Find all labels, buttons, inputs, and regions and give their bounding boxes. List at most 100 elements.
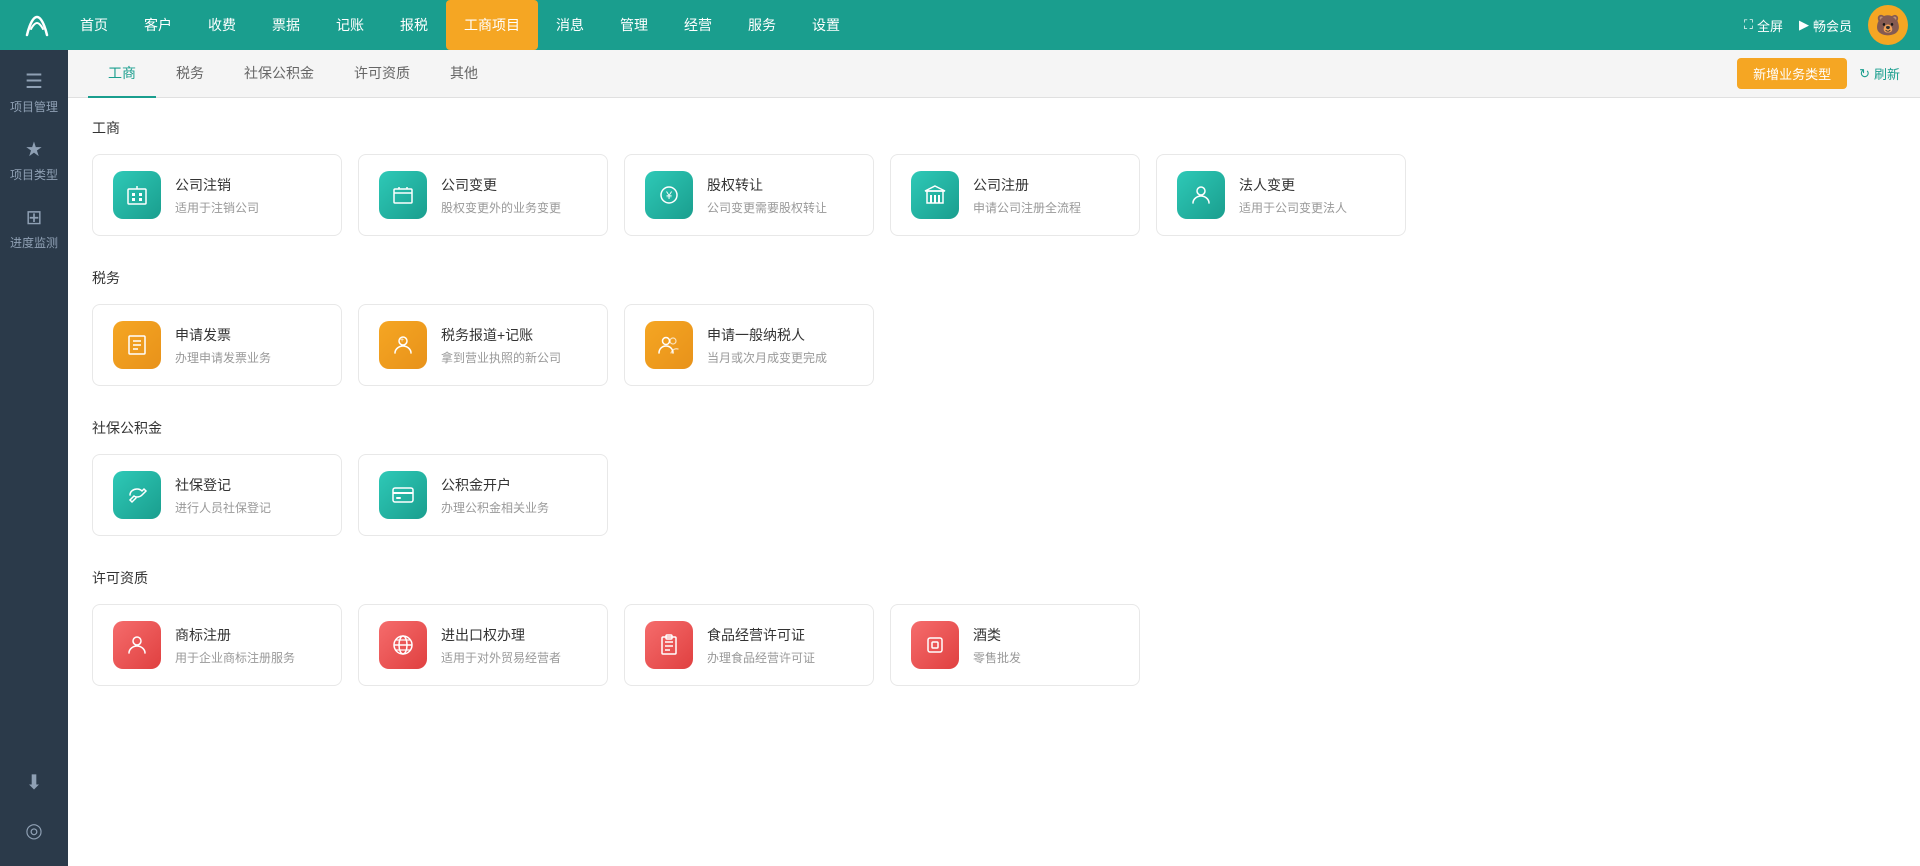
refresh-button[interactable]: ↻ 刷新 [1859,64,1900,83]
card-info-公积金开户: 公积金开户办理公积金相关业务 [441,475,587,516]
section-title-工商: 工商 [92,118,1896,138]
tab-other[interactable]: 其他 [430,50,498,98]
list-icon: ☰ [25,69,43,94]
card-info-公司变更: 公司变更股权变更外的业务变更 [441,175,587,216]
vip-button[interactable]: ▶ 畅会员 [1799,16,1852,35]
location-button[interactable]: ◎ [14,810,54,850]
service-card-公司变更[interactable]: 公司变更股权变更外的业务变更 [358,154,608,236]
card-icon-股权转让: ¥ [645,171,693,219]
card-desc-text: 适用于注销公司 [175,199,321,216]
card-desc-text: 办理公积金相关业务 [441,499,587,516]
download-button[interactable]: ⬇ [14,762,54,802]
service-card-申请发票[interactable]: 申请发票办理申请发票业务 [92,304,342,386]
card-title-text: 食品经营许可证 [707,625,853,645]
service-card-酒类[interactable]: 酒类零售批发 [890,604,1140,686]
card-title-text: 进出口权办理 [441,625,587,645]
section-title-社保公积金: 社保公积金 [92,418,1896,438]
nav-item-收费[interactable]: 收费 [190,0,254,50]
card-desc-text: 零售批发 [973,649,1119,666]
location-icon: ◎ [25,818,42,843]
nav-item-票据[interactable]: 票据 [254,0,318,50]
tab-shebao[interactable]: 社保公积金 [224,50,334,98]
card-icon-申请一般纳税人 [645,321,693,369]
service-card-进出口权办理[interactable]: 进出口权办理适用于对外贸易经营者 [358,604,608,686]
fullscreen-label: 全屏 [1757,16,1783,35]
nav-item-记账[interactable]: 记账 [318,0,382,50]
sidebar-item-progress[interactable]: ⊞ 进度监测 [0,194,68,262]
card-icon-公司注销 [113,171,161,219]
service-card-公司注册[interactable]: 公司注册申请公司注册全流程 [890,154,1140,236]
tab-shuiwu[interactable]: 税务 [156,50,224,98]
service-card-公积金开户[interactable]: 公积金开户办理公积金相关业务 [358,454,608,536]
card-title-text: 公司注册 [973,175,1119,195]
card-info-申请发票: 申请发票办理申请发票业务 [175,325,321,366]
service-card-社保登记[interactable]: 社保登记进行人员社保登记 [92,454,342,536]
card-desc-text: 股权变更外的业务变更 [441,199,587,216]
card-info-进出口权办理: 进出口权办理适用于对外贸易经营者 [441,625,587,666]
download-icon: ⬇ [26,770,43,795]
card-info-申请一般纳税人: 申请一般纳税人当月或次月成变更完成 [707,325,853,366]
card-icon-食品经营许可证 [645,621,693,669]
service-card-税务报道+记账[interactable]: + 税务报道+记账拿到营业执照的新公司 [358,304,608,386]
card-icon-酒类 [911,621,959,669]
card-icon-公积金开户 [379,471,427,519]
tabs-bar: 工商 税务 社保公积金 许可资质 其他 新增业务类型 ↻ 刷新 [68,50,1920,98]
card-info-社保登记: 社保登记进行人员社保登记 [175,475,321,516]
main-layout: ☰ 项目管理 ★ 项目类型 ⊞ 进度监测 ⬇ ◎ 工商 税务 [0,50,1920,866]
sidebar-label-progress: 进度监测 [10,234,58,251]
nav-item-报税[interactable]: 报税 [382,0,446,50]
card-icon-申请发票 [113,321,161,369]
nav-item-首页[interactable]: 首页 [62,0,126,50]
nav-item-消息[interactable]: 消息 [538,0,602,50]
card-desc-text: 拿到营业执照的新公司 [441,349,587,366]
nav-item-服务[interactable]: 服务 [730,0,794,50]
sidebar-item-project-management[interactable]: ☰ 项目管理 [0,58,68,126]
cards-grid-工商: 公司注销适用于注销公司 公司变更股权变更外的业务变更 ¥股权转让公司变更需要股权转让… [92,154,1896,236]
content-area: 工商 税务 社保公积金 许可资质 其他 新增业务类型 ↻ 刷新 [68,50,1920,866]
fullscreen-button[interactable]: ⛶ 全屏 [1744,16,1783,35]
add-type-button[interactable]: 新增业务类型 [1737,58,1847,89]
service-card-商标注册[interactable]: 商标注册用于企业商标注册服务 [92,604,342,686]
tab-xuke[interactable]: 许可资质 [334,50,430,98]
card-desc-text: 进行人员社保登记 [175,499,321,516]
card-info-食品经营许可证: 食品经营许可证办理食品经营许可证 [707,625,853,666]
service-card-股权转让[interactable]: ¥股权转让公司变更需要股权转让 [624,154,874,236]
card-desc-text: 办理申请发票业务 [175,349,321,366]
card-info-税务报道+记账: 税务报道+记账拿到营业执照的新公司 [441,325,587,366]
nav-item-管理[interactable]: 管理 [602,0,666,50]
sidebar-item-project-type[interactable]: ★ 项目类型 [0,126,68,194]
card-icon-税务报道+记账: + [379,321,427,369]
card-title-text: 社保登记 [175,475,321,495]
service-card-食品经营许可证[interactable]: 食品经营许可证办理食品经营许可证 [624,604,874,686]
card-icon-法人变更 [1177,171,1225,219]
sidebar-label-project-type: 项目类型 [10,166,58,183]
card-desc-text: 当月或次月成变更完成 [707,349,853,366]
card-title-text: 法人变更 [1239,175,1385,195]
card-icon-社保登记 [113,471,161,519]
nav-item-经营[interactable]: 经营 [666,0,730,50]
service-card-申请一般纳税人[interactable]: 申请一般纳税人当月或次月成变更完成 [624,304,874,386]
card-desc-text: 办理食品经营许可证 [707,649,853,666]
tabs-actions: 新增业务类型 ↻ 刷新 [1737,58,1900,89]
app-logo [12,0,62,50]
cards-grid-税务: 申请发票办理申请发票业务 + 税务报道+记账拿到营业执照的新公司 申请一般纳税人当月或… [92,304,1896,386]
left-sidebar: ☰ 项目管理 ★ 项目类型 ⊞ 进度监测 ⬇ ◎ [0,50,68,866]
refresh-icon: ↻ [1859,66,1870,82]
scroll-content[interactable]: 工商公司注销适用于注销公司 公司变更股权变更外的业务变更 ¥股权转让公司变更需要股权… [68,98,1920,866]
section-title-许可资质: 许可资质 [92,568,1896,588]
nav-right: ⛶ 全屏 ▶ 畅会员 🐻 [1744,5,1908,45]
card-desc-text: 适用于公司变更法人 [1239,199,1385,216]
nav-item-工商项目[interactable]: 工商项目 [446,0,538,50]
nav-item-设置[interactable]: 设置 [794,0,858,50]
nav-item-客户[interactable]: 客户 [126,0,190,50]
tab-gongshang[interactable]: 工商 [88,50,156,98]
card-info-酒类: 酒类零售批发 [973,625,1119,666]
card-icon-商标注册 [113,621,161,669]
section-title-税务: 税务 [92,268,1896,288]
card-desc-text: 用于企业商标注册服务 [175,649,321,666]
card-title-text: 申请一般纳税人 [707,325,853,345]
star-icon: ★ [25,137,43,162]
card-desc-text: 适用于对外贸易经营者 [441,649,587,666]
service-card-法人变更[interactable]: 法人变更适用于公司变更法人 [1156,154,1406,236]
service-card-公司注销[interactable]: 公司注销适用于注销公司 [92,154,342,236]
